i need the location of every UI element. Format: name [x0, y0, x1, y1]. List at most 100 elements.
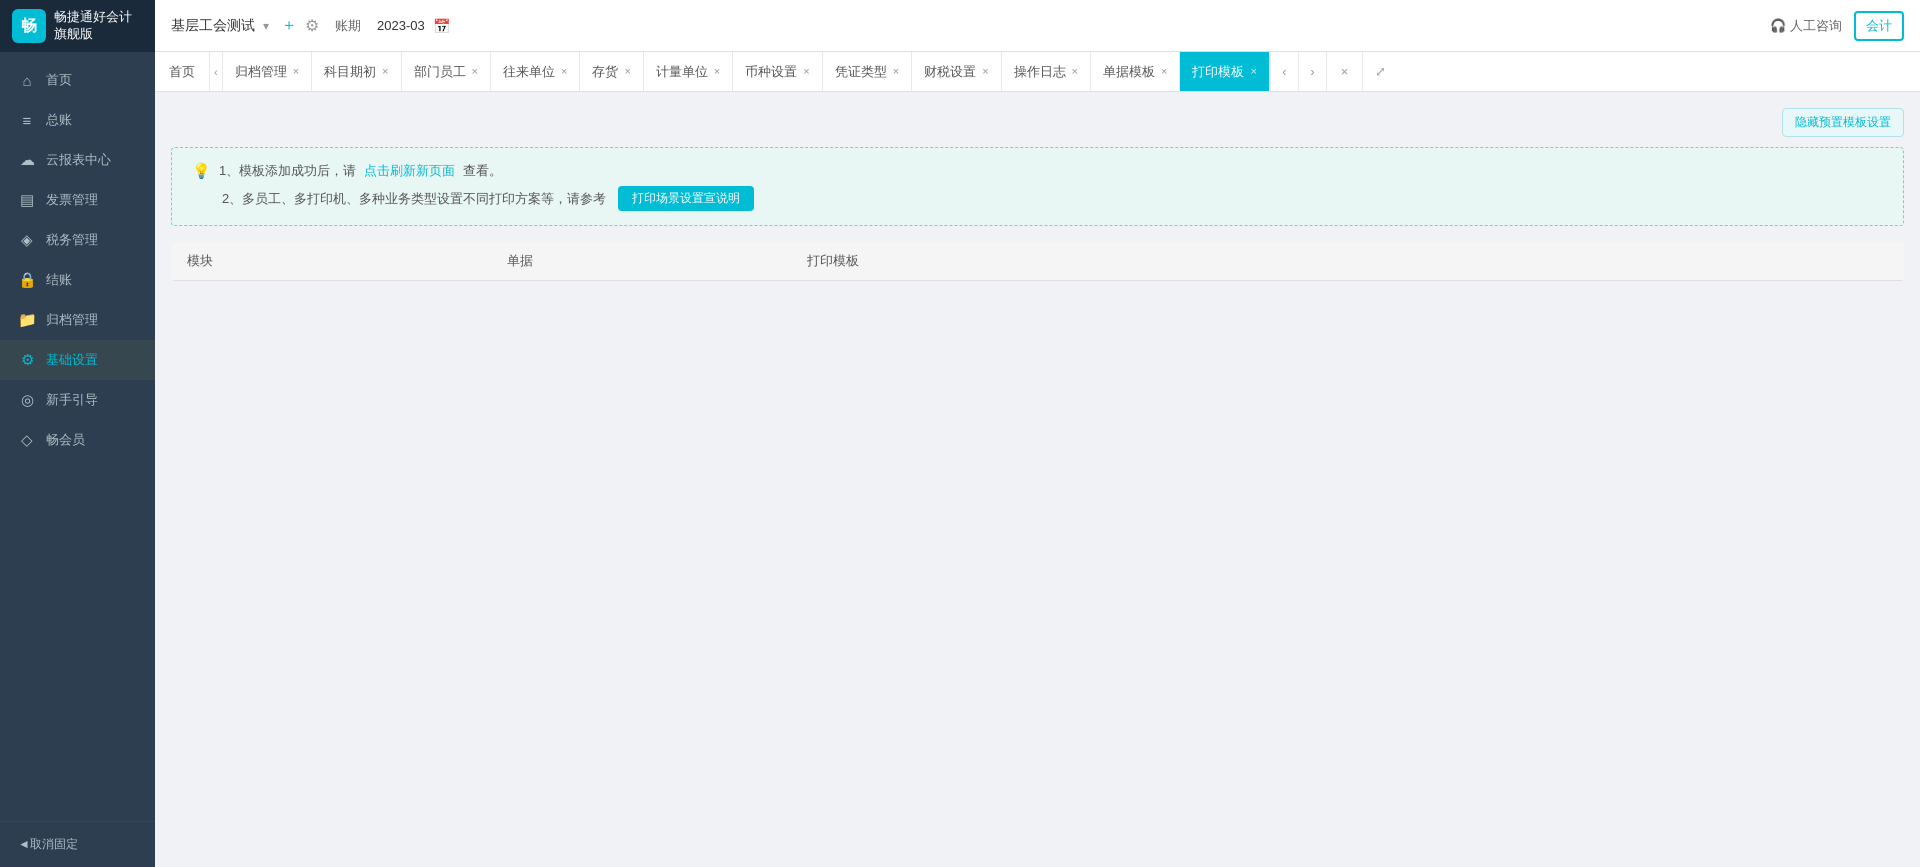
- tab-nav-back-icon[interactable]: ‹: [210, 52, 223, 92]
- tab-subject-label: 科目期初: [324, 63, 376, 81]
- add-company-icon[interactable]: ＋: [281, 15, 297, 36]
- tab-unit-label: 计量单位: [656, 63, 708, 81]
- sidebar-item-label: 云报表中心: [46, 151, 111, 169]
- sidebar-item-archive[interactable]: 📁 归档管理: [0, 300, 155, 340]
- sidebar-unpin-button[interactable]: ◄取消固定: [0, 821, 155, 867]
- logo-title: 畅捷通好会计: [54, 9, 132, 26]
- sidebar-item-reports[interactable]: ☁ 云报表中心: [0, 140, 155, 180]
- sidebar-item-label: 结账: [46, 271, 72, 289]
- logo-icon: 畅: [12, 9, 46, 43]
- period-label: 账期: [335, 17, 361, 35]
- table-header-print-template: 打印模板: [791, 252, 1904, 270]
- sidebar-item-label: 总账: [46, 111, 72, 129]
- tab-subject-close[interactable]: ×: [382, 66, 388, 77]
- company-name: 基层工会测试: [171, 17, 255, 35]
- tab-oplog[interactable]: 操作日志 ×: [1002, 52, 1091, 92]
- sidebar-item-invoice[interactable]: ▤ 发票管理: [0, 180, 155, 220]
- bulb-icon: 💡: [192, 162, 211, 180]
- tab-taxset[interactable]: 财税设置 ×: [912, 52, 1001, 92]
- tab-voucher-close[interactable]: ×: [893, 66, 899, 77]
- sidebar-item-label: 发票管理: [46, 191, 98, 209]
- tab-scroll-right-button[interactable]: ›: [1298, 52, 1326, 92]
- support-label: 人工咨询: [1790, 17, 1842, 35]
- company-dropdown-icon[interactable]: ▾: [263, 19, 269, 33]
- tab-archive[interactable]: 归档管理 ×: [223, 52, 312, 92]
- tab-taxset-close[interactable]: ×: [982, 66, 988, 77]
- kuaiji-button[interactable]: 会计: [1854, 11, 1904, 41]
- home-icon: ⌂: [18, 72, 36, 89]
- topbar: 基层工会测试 ▾ ＋ ⚙ 账期 2023-03 📅 🎧 人工咨询 会计: [155, 0, 1920, 52]
- sidebar-item-label: 基础设置: [46, 351, 98, 369]
- sidebar-item-close[interactable]: 🔒 结账: [0, 260, 155, 300]
- tax-icon: ◈: [18, 231, 36, 249]
- invoice-icon: ▤: [18, 191, 36, 209]
- content-area: 隐藏预置模板设置 💡 1、模板添加成功后，请 点击刷新新页面 查看。 2、多员工…: [155, 92, 1920, 867]
- logo-subtitle: 旗舰版: [54, 26, 132, 43]
- tab-receipt[interactable]: 单据模板 ×: [1091, 52, 1180, 92]
- tab-maximize-button[interactable]: ⤢: [1362, 52, 1398, 92]
- topbar-right: 🎧 人工咨询 会计: [1770, 11, 1904, 41]
- sidebar-logo: 畅 畅捷通好会计 旗舰版: [0, 0, 155, 52]
- tab-supplier-label: 往来单位: [503, 63, 555, 81]
- notice-line1-prefix: 1、模板添加成功后，请: [219, 162, 356, 180]
- tab-voucher[interactable]: 凭证类型 ×: [823, 52, 912, 92]
- tab-receipt-close[interactable]: ×: [1161, 66, 1167, 77]
- ledger-icon: ≡: [18, 112, 36, 129]
- member-icon: ◇: [18, 431, 36, 449]
- hide-template-bar: 隐藏预置模板设置: [171, 108, 1904, 137]
- tab-scroll-left-button[interactable]: ‹: [1270, 52, 1298, 92]
- tab-voucher-label: 凭证类型: [835, 63, 887, 81]
- tab-close-all-button[interactable]: ×: [1326, 52, 1362, 92]
- notice-line-2: 2、多员工、多打印机、多种业务类型设置不同打印方案等，请参考 打印场景设置宣说明: [192, 186, 1883, 211]
- tab-receipt-label: 单据模板: [1103, 63, 1155, 81]
- cloud-icon: ☁: [18, 151, 36, 169]
- sidebar-item-home[interactable]: ⌂ 首页: [0, 60, 155, 100]
- close-accounts-icon: 🔒: [18, 271, 36, 289]
- company-settings-icon[interactable]: ⚙: [305, 16, 319, 35]
- table-header-module: 模块: [171, 252, 491, 270]
- sidebar-item-ledger[interactable]: ≡ 总账: [0, 100, 155, 140]
- sidebar-item-guide[interactable]: ◎ 新手引导: [0, 380, 155, 420]
- tab-inventory-close[interactable]: ×: [624, 66, 630, 77]
- tab-supplier[interactable]: 往来单位 ×: [491, 52, 580, 92]
- tab-currency[interactable]: 币种设置 ×: [733, 52, 822, 92]
- sidebar-item-member[interactable]: ◇ 畅会员: [0, 420, 155, 460]
- notice-line1-suffix: 查看。: [463, 162, 502, 180]
- sidebar-item-label: 首页: [46, 71, 72, 89]
- tab-dept-close[interactable]: ×: [472, 66, 478, 77]
- tabbar: 首页 ‹ 归档管理 × 科目期初 × 部门员工 × 往来单位 × 存货 × 计量…: [155, 52, 1920, 92]
- sidebar: 畅 畅捷通好会计 旗舰版 ⌂ 首页 ≡ 总账 ☁ 云报表中心 ▤ 发票管理 ◈ …: [0, 0, 155, 867]
- tab-currency-label: 币种设置: [745, 63, 797, 81]
- sidebar-menu: ⌂ 首页 ≡ 总账 ☁ 云报表中心 ▤ 发票管理 ◈ 税务管理 🔒 结账 📁 归…: [0, 52, 155, 821]
- sidebar-item-label: 税务管理: [46, 231, 98, 249]
- notice-box: 💡 1、模板添加成功后，请 点击刷新新页面 查看。 2、多员工、多打印机、多种业…: [171, 147, 1904, 226]
- sidebar-item-label: 新手引导: [46, 391, 98, 409]
- tab-currency-close[interactable]: ×: [803, 66, 809, 77]
- notice-refresh-link[interactable]: 点击刷新新页面: [364, 162, 455, 180]
- tab-subject[interactable]: 科目期初 ×: [312, 52, 401, 92]
- tab-archive-label: 归档管理: [235, 63, 287, 81]
- logo-text: 畅捷通好会计 旗舰版: [54, 9, 132, 43]
- tab-print-close[interactable]: ×: [1250, 66, 1256, 77]
- tab-archive-close[interactable]: ×: [293, 66, 299, 77]
- tab-dept[interactable]: 部门员工 ×: [402, 52, 491, 92]
- tab-inventory-label: 存货: [592, 63, 618, 81]
- table-header: 模块 单据 打印模板: [171, 242, 1904, 281]
- main-area: 基层工会测试 ▾ ＋ ⚙ 账期 2023-03 📅 🎧 人工咨询 会计 首页 ‹…: [155, 0, 1920, 867]
- sidebar-item-tax[interactable]: ◈ 税务管理: [0, 220, 155, 260]
- tab-print[interactable]: 打印模板 ×: [1180, 52, 1269, 92]
- hide-template-button[interactable]: 隐藏预置模板设置: [1782, 108, 1904, 137]
- tab-unit-close[interactable]: ×: [714, 66, 720, 77]
- tab-home[interactable]: 首页: [155, 52, 210, 92]
- tab-unit[interactable]: 计量单位 ×: [644, 52, 733, 92]
- sidebar-item-basic[interactable]: ⚙ 基础设置: [0, 340, 155, 380]
- print-scene-guide-button[interactable]: 打印场景设置宣说明: [618, 186, 754, 211]
- table-header-receipt: 单据: [491, 252, 791, 270]
- calendar-icon[interactable]: 📅: [433, 18, 450, 34]
- tab-supplier-close[interactable]: ×: [561, 66, 567, 77]
- support-button[interactable]: 🎧 人工咨询: [1770, 17, 1842, 35]
- tab-oplog-close[interactable]: ×: [1072, 66, 1078, 77]
- tab-oplog-label: 操作日志: [1014, 63, 1066, 81]
- notice-line-1: 💡 1、模板添加成功后，请 点击刷新新页面 查看。: [192, 162, 1883, 180]
- tab-inventory[interactable]: 存货 ×: [580, 52, 643, 92]
